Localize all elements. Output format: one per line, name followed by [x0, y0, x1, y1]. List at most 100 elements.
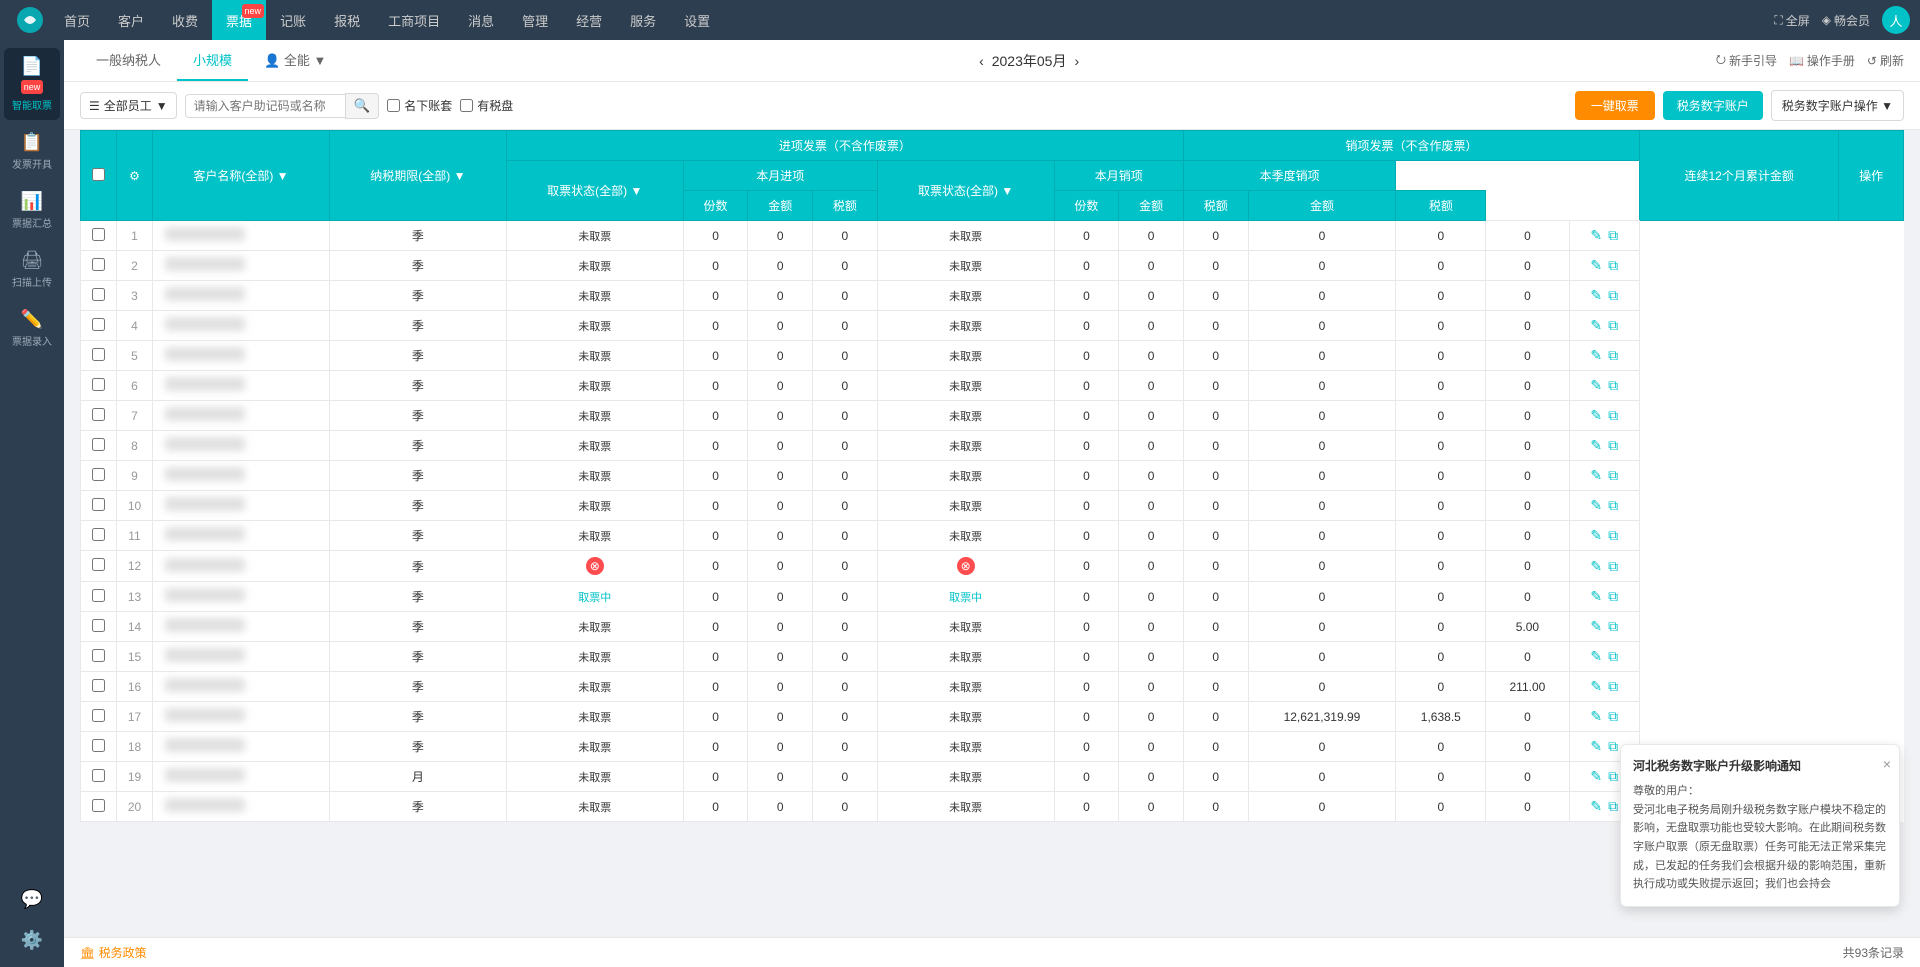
sidebar-item-scan-upload[interactable]: 🖨 扫描上传 [4, 242, 60, 297]
edit-icon[interactable]: ✎ [1590, 738, 1602, 755]
select-all-checkbox[interactable] [92, 168, 105, 181]
nav-manage[interactable]: 管理 [508, 0, 562, 40]
sidebar-item-invoice-open[interactable]: 📋 发票开具 [4, 124, 60, 179]
edit-icon[interactable]: ✎ [1590, 678, 1602, 695]
copy-icon[interactable]: ⧉ [1608, 678, 1618, 695]
fullscreen-btn[interactable]: ⛶ 全屏 [1774, 12, 1809, 29]
copy-icon[interactable]: ⧉ [1608, 768, 1618, 785]
row-checkbox[interactable] [92, 258, 105, 271]
user-avatar[interactable]: 人 [1882, 6, 1910, 34]
nav-operation[interactable]: 经营 [562, 0, 616, 40]
sidebar-item-invoice-summary[interactable]: 📊 票据汇总 [4, 183, 60, 238]
copy-icon[interactable]: ⧉ [1608, 317, 1618, 334]
copy-icon[interactable]: ⧉ [1608, 798, 1618, 815]
tax-digital-account-btn[interactable]: 税务数字账户 [1663, 91, 1763, 120]
copy-icon[interactable]: ⧉ [1608, 527, 1618, 544]
notification-close-btn[interactable]: × [1883, 753, 1891, 775]
row-checkbox[interactable] [92, 769, 105, 782]
edit-icon[interactable]: ✎ [1590, 558, 1602, 575]
sidebar-item-settings[interactable]: ⚙️ [4, 922, 60, 959]
row-checkbox[interactable] [92, 498, 105, 511]
tab-small-scale[interactable]: 小规模 [177, 40, 248, 81]
nav-accounting[interactable]: 记账 [266, 0, 320, 40]
edit-icon[interactable]: ✎ [1590, 407, 1602, 424]
membership-btn[interactable]: ◈ 畅会员 [1822, 12, 1870, 29]
new-guide-link[interactable]: ⭮ 新手引导 [1716, 50, 1777, 71]
edit-icon[interactable]: ✎ [1590, 317, 1602, 334]
search-button[interactable]: 🔍 [345, 93, 380, 119]
copy-icon[interactable]: ⧉ [1608, 497, 1618, 514]
date-prev-btn[interactable]: ‹ [979, 53, 984, 69]
employee-select[interactable]: ☰ 全部员工 ▼ [80, 92, 177, 119]
copy-icon[interactable]: ⧉ [1608, 347, 1618, 364]
sidebar-item-smart-invoice[interactable]: 📄 new 智能取票 [4, 48, 60, 120]
row-checkbox[interactable] [92, 679, 105, 692]
row-checkbox[interactable] [92, 468, 105, 481]
edit-icon[interactable]: ✎ [1590, 257, 1602, 274]
row-checkbox[interactable] [92, 799, 105, 812]
edit-icon[interactable]: ✎ [1590, 768, 1602, 785]
edit-icon[interactable]: ✎ [1590, 347, 1602, 364]
edit-icon[interactable]: ✎ [1590, 798, 1602, 815]
edit-icon[interactable]: ✎ [1590, 648, 1602, 665]
taxdisk-checkbox[interactable] [460, 99, 473, 112]
copy-icon[interactable]: ⧉ [1608, 618, 1618, 635]
manual-link[interactable]: 📖 操作手册 [1789, 52, 1855, 69]
refresh-link[interactable]: ↺ 刷新 [1867, 52, 1904, 69]
tax-digital-account-action-btn[interactable]: 税务数字账户操作 ▼ [1771, 90, 1904, 121]
row-checkbox[interactable] [92, 649, 105, 662]
row-checkbox[interactable] [92, 288, 105, 301]
one-click-invoice-btn[interactable]: 一键取票 [1575, 91, 1655, 120]
copy-icon[interactable]: ⧉ [1608, 558, 1618, 575]
nav-business[interactable]: 工商项目 [374, 0, 454, 40]
copy-icon[interactable]: ⧉ [1608, 708, 1618, 725]
row-checkbox[interactable] [92, 558, 105, 571]
nav-home[interactable]: 首页 [50, 0, 104, 40]
copy-icon[interactable]: ⧉ [1608, 437, 1618, 454]
edit-icon[interactable]: ✎ [1590, 527, 1602, 544]
edit-icon[interactable]: ✎ [1590, 377, 1602, 394]
copy-icon[interactable]: ⧉ [1608, 738, 1618, 755]
nav-billing[interactable]: 收费 [158, 0, 212, 40]
copy-icon[interactable]: ⧉ [1608, 227, 1618, 244]
nav-settings[interactable]: 设置 [670, 0, 724, 40]
edit-icon[interactable]: ✎ [1590, 497, 1602, 514]
checkbox-taxdisk[interactable]: 有税盘 [460, 97, 513, 114]
edit-icon[interactable]: ✎ [1590, 588, 1602, 605]
edit-icon[interactable]: ✎ [1590, 467, 1602, 484]
copy-icon[interactable]: ⧉ [1608, 648, 1618, 665]
row-checkbox[interactable] [92, 348, 105, 361]
date-next-btn[interactable]: › [1074, 53, 1079, 69]
edit-icon[interactable]: ✎ [1590, 708, 1602, 725]
row-checkbox[interactable] [92, 619, 105, 632]
nav-service[interactable]: 服务 [616, 0, 670, 40]
copy-icon[interactable]: ⧉ [1608, 407, 1618, 424]
tax-policy-link[interactable]: 🏛 税务政策 [80, 944, 147, 961]
nav-customer[interactable]: 客户 [104, 0, 158, 40]
nav-message[interactable]: 消息 [454, 0, 508, 40]
row-checkbox[interactable] [92, 589, 105, 602]
copy-icon[interactable]: ⧉ [1608, 467, 1618, 484]
row-checkbox[interactable] [92, 739, 105, 752]
row-checkbox[interactable] [92, 438, 105, 451]
sidebar-item-chat[interactable]: 💬 [4, 881, 60, 918]
tab-general[interactable]: 一般纳税人 [80, 40, 177, 81]
search-input[interactable] [185, 94, 345, 118]
tab-all[interactable]: 👤 全能 ▼ [248, 40, 342, 81]
copy-icon[interactable]: ⧉ [1608, 377, 1618, 394]
edit-icon[interactable]: ✎ [1590, 437, 1602, 454]
app-logo[interactable] [10, 0, 50, 40]
row-checkbox[interactable] [92, 378, 105, 391]
row-checkbox[interactable] [92, 228, 105, 241]
copy-icon[interactable]: ⧉ [1608, 287, 1618, 304]
edit-icon[interactable]: ✎ [1590, 227, 1602, 244]
account-checkbox[interactable] [387, 99, 400, 112]
row-checkbox[interactable] [92, 528, 105, 541]
checkbox-account[interactable]: 名下账套 [387, 97, 452, 114]
row-checkbox[interactable] [92, 408, 105, 421]
row-checkbox[interactable] [92, 318, 105, 331]
row-checkbox[interactable] [92, 709, 105, 722]
edit-icon[interactable]: ✎ [1590, 287, 1602, 304]
nav-tax[interactable]: 报税 [320, 0, 374, 40]
nav-invoice[interactable]: 票据 new [212, 0, 266, 40]
